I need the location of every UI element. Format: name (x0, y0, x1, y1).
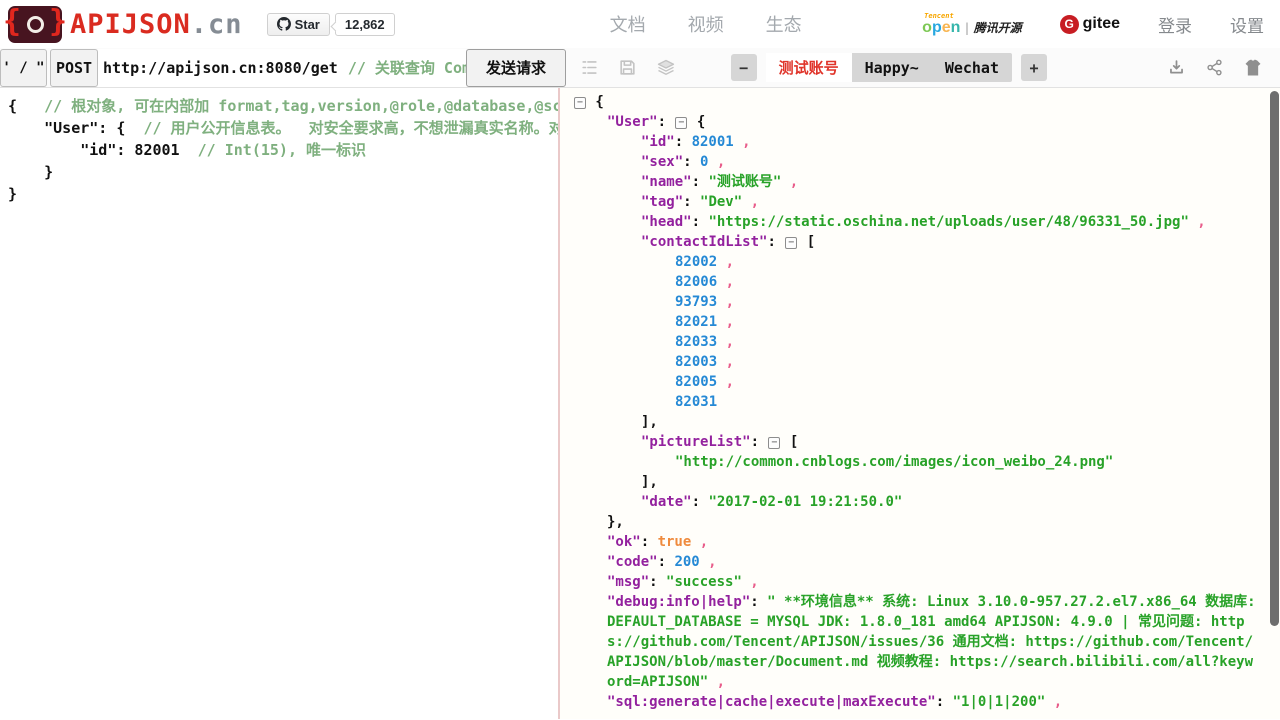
json-line: ], (573, 472, 1258, 492)
settings-link[interactable]: 设置 (1230, 12, 1264, 37)
nav-item-video[interactable]: 视频 (688, 11, 724, 37)
tab-happy[interactable]: Happy~ (852, 53, 932, 82)
response-scrollbar[interactable] (1270, 91, 1279, 626)
login-link[interactable]: 登录 (1158, 12, 1192, 37)
nav-item-docs[interactable]: 文档 (610, 11, 646, 37)
json-line: "msg": "success" , (573, 572, 1258, 592)
json-line: "pictureList": [ (573, 432, 1258, 452)
action-icons (1167, 58, 1263, 78)
header-right: Tencent open | 腾讯开源 G gitee 登录 设置 (922, 12, 1280, 37)
apijson-logo-icon: { } (8, 6, 62, 43)
json-line: 82002 , (573, 252, 1258, 272)
json-line: 82005 , (573, 372, 1258, 392)
method-button[interactable]: POST (50, 49, 98, 87)
json-line: { // 根对象, 可在内部加 format,tag,version,@role… (8, 95, 558, 117)
tencent-open-logo[interactable]: Tencent open | 腾讯开源 (922, 13, 1022, 36)
request-editor[interactable]: { // 根对象, 可在内部加 format,tag,version,@role… (0, 88, 560, 719)
save-icon[interactable] (618, 58, 637, 77)
collapse-toggle-icon[interactable] (768, 437, 780, 449)
json-line: { (573, 92, 1258, 112)
github-star-button[interactable]: Star (267, 13, 330, 36)
url-comment: // 关联查询 Commen (348, 57, 466, 78)
tab-test-account[interactable]: 测试账号 (766, 53, 852, 82)
json-line: 82021 , (573, 312, 1258, 332)
json-line: "sex": 0 , (573, 152, 1258, 172)
json-line: 82003 , (573, 352, 1258, 372)
header: { } APIJSON.cn Star 12,862 文档 视频 生态 Tenc… (0, 0, 1280, 48)
quote-toggle-button[interactable]: ' / " (0, 49, 47, 87)
nav-item-ecosystem[interactable]: 生态 (766, 11, 802, 37)
github-icon (277, 17, 291, 31)
json-line: 82006 , (573, 272, 1258, 292)
main-nav: 文档 视频 生态 (610, 11, 802, 37)
json-line: }, (573, 512, 1258, 532)
collapse-toggle-icon[interactable] (574, 97, 586, 109)
layers-icon[interactable] (656, 58, 676, 78)
json-line: "User": { (573, 112, 1258, 132)
brand-name: APIJSON (70, 9, 191, 40)
json-line: ], (573, 412, 1258, 432)
collapse-toggle-icon[interactable] (675, 117, 687, 129)
brand-title: APIJSON.cn (70, 9, 243, 40)
url-input[interactable]: http://apijson.cn:8080/get // 关联查询 Comme… (98, 49, 466, 87)
json-line: "http://common.cnblogs.com/images/icon_w… (573, 452, 1258, 472)
json-line: 93793 , (573, 292, 1258, 312)
json-line: } (8, 183, 558, 205)
tab-wechat[interactable]: Wechat (932, 53, 1012, 82)
json-line: "ok": true , (573, 532, 1258, 552)
json-line: "id": 82001 , (573, 132, 1258, 152)
theme-tshirt-icon[interactable] (1243, 58, 1263, 78)
json-line: 82031 (573, 392, 1258, 412)
share-icon[interactable] (1205, 58, 1224, 77)
json-line: "name": "测试账号" , (573, 172, 1258, 192)
json-line: "User": { // 用户公开信息表。 对安全要求高，不想泄漏真实名称。对外… (8, 117, 558, 139)
main-area: { // 根对象, 可在内部加 format,tag,version,@role… (0, 88, 1280, 719)
json-line: "head": "https://static.oschina.net/uplo… (573, 212, 1258, 232)
star-count[interactable]: 12,862 (335, 13, 395, 36)
brand-suffix: .cn (191, 9, 243, 40)
json-line: "contactIdList": [ (573, 232, 1258, 252)
download-icon[interactable] (1167, 58, 1186, 77)
add-tab-button[interactable]: + (1021, 54, 1047, 81)
view-tools (580, 58, 676, 78)
send-request-button[interactable]: 发送请求 (466, 49, 566, 87)
account-tabs: − 测试账号 Happy~ Wechat + (731, 53, 1047, 82)
gitee-icon: G (1060, 15, 1079, 34)
json-line: 82033 , (573, 332, 1258, 352)
json-line: "id": 82001 // Int(15), 唯一标识 (8, 139, 558, 161)
star-label: Star (295, 17, 320, 32)
json-line: "sql:generate|cache|execute|maxExecute":… (573, 692, 1258, 712)
json-line: "date": "2017-02-01 19:21:50.0" (573, 492, 1258, 512)
remove-tab-button[interactable]: − (731, 54, 757, 81)
url-value: http://apijson.cn:8080/get (103, 59, 338, 77)
format-list-icon[interactable] (580, 58, 599, 77)
json-line: } (8, 161, 558, 183)
json-line: "debug:info|help": " **环境信息** 系统: Linux … (573, 592, 1258, 692)
collapse-toggle-icon[interactable] (785, 237, 797, 249)
json-line: "tag": "Dev" , (573, 192, 1258, 212)
response-viewer: {"User": {"id": 82001 ,"sex": 0 ,"name":… (560, 88, 1280, 719)
json-line: "code": 200 , (573, 552, 1258, 572)
request-toolbar: ' / " POST http://apijson.cn:8080/get //… (0, 48, 1280, 88)
tab-strip: 测试账号 Happy~ Wechat (766, 53, 1012, 82)
github-star-widget: Star 12,862 (267, 13, 395, 36)
gitee-logo[interactable]: G gitee (1060, 15, 1120, 34)
